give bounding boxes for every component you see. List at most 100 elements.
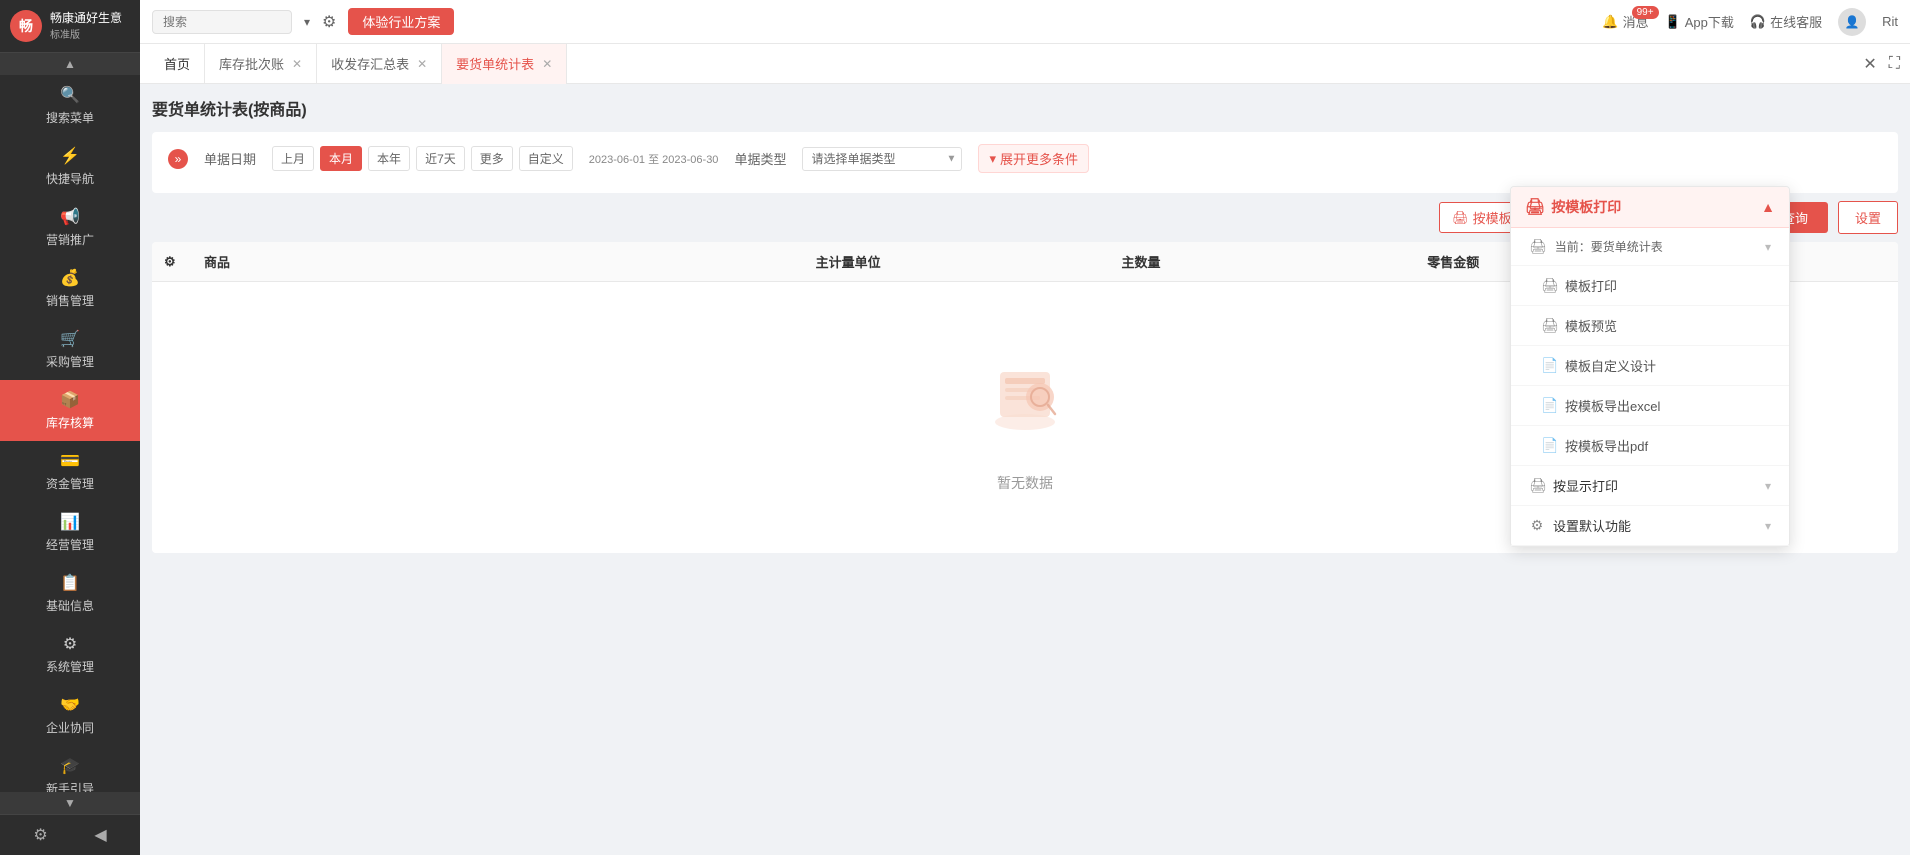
sidebar-item-operations[interactable]: 📊 经营管理 xyxy=(0,502,140,563)
sidebar-item-finance[interactable]: 💳 资金管理 xyxy=(0,441,140,502)
doc-type-select-wrapper: 请选择单据类型 xyxy=(802,147,962,171)
topbar-dropdown-icon[interactable]: ▾ xyxy=(304,15,310,29)
tab-home-label: 首页 xyxy=(164,54,190,73)
window-close-btn[interactable]: ✕ xyxy=(1863,54,1876,74)
expand-more-btn[interactable]: ▾ 展开更多条件 xyxy=(978,144,1089,173)
template-preview-icon: 🖨 xyxy=(1541,317,1557,334)
newbie-icon: 🎓 xyxy=(60,756,80,776)
quicknav-icon: ⚡ xyxy=(60,146,80,166)
tab-order-stats[interactable]: 要货单统计表 ✕ xyxy=(442,44,567,84)
dropdown-item-export-excel[interactable]: 📄 按模板导出excel xyxy=(1511,386,1789,426)
tab-bar: 首页 库存批次账 ✕ 收发存汇总表 ✕ 要货单统计表 ✕ ✕ ⛶ xyxy=(140,44,1910,84)
sidebar-item-label: 资金管理 xyxy=(46,475,94,492)
avatar[interactable]: 👤 xyxy=(1838,8,1866,36)
topbar-gear-icon[interactable]: ⚙ xyxy=(322,12,336,32)
sidebar-scroll-down[interactable]: ▼ xyxy=(0,792,140,814)
dropdown-current-item[interactable]: 🖨 当前：要货单统计表 ▾ xyxy=(1511,228,1789,266)
content-area: 要货单统计表(按商品) » 单据日期 上月 本月 本年 近7天 更多 自定义 2… xyxy=(140,84,1910,855)
sidebar-item-marketing[interactable]: 📢 营销推广 xyxy=(0,197,140,258)
search-icon: 🔍 xyxy=(60,85,80,105)
date-btn-this-year[interactable]: 本年 xyxy=(368,146,410,171)
bottom-settings-icon[interactable]: ⚙ xyxy=(33,825,47,845)
finance-icon: 💳 xyxy=(60,451,80,471)
sidebar-item-label: 经营管理 xyxy=(46,536,94,553)
top-bar: ▾ ⚙ 体验行业方案 🔔 消息 99+ 📱 App下载 🎧 在线客服 👤 Rit xyxy=(140,0,1910,44)
notice-badge: 99+ xyxy=(1632,6,1659,19)
sidebar-item-enterprise[interactable]: 🤝 企业协同 xyxy=(0,685,140,746)
print-icon: 🖨 xyxy=(1452,210,1469,226)
dropdown-item-template-custom[interactable]: 📄 模板自定义设计 xyxy=(1511,346,1789,386)
sidebar-item-label: 基础信息 xyxy=(46,597,94,614)
tab-close-inventory-batch[interactable]: ✕ xyxy=(292,57,302,71)
date-btn-this-month[interactable]: 本月 xyxy=(320,146,362,171)
tab-close-order-stats[interactable]: ✕ xyxy=(542,57,552,71)
inventory-icon: 📦 xyxy=(60,390,80,410)
current-left: 🖨 当前：要货单统计表 xyxy=(1529,238,1663,255)
sidebar-item-basic[interactable]: 📋 基础信息 xyxy=(0,563,140,624)
notice-button[interactable]: 🔔 消息 99+ xyxy=(1602,12,1648,31)
export-excel-icon: 📄 xyxy=(1541,397,1557,414)
dropdown-collapse-btn[interactable]: ▲ xyxy=(1761,199,1775,215)
doc-type-select[interactable]: 请选择单据类型 xyxy=(802,147,962,171)
tab-close-receipt-summary[interactable]: ✕ xyxy=(417,57,427,71)
sidebar-logo: 畅 畅康通好生意 标准版 xyxy=(0,0,140,53)
bell-icon: 🔔 xyxy=(1602,14,1618,30)
main-area: ▾ ⚙ 体验行业方案 🔔 消息 99+ 📱 App下载 🎧 在线客服 👤 Rit… xyxy=(140,0,1910,855)
date-btn-7days[interactable]: 近7天 xyxy=(416,146,465,171)
filter-toggle-btn[interactable]: » xyxy=(168,149,188,169)
sidebar-item-inventory[interactable]: 📦 库存核算 xyxy=(0,380,140,441)
th-unit: 主计量单位 xyxy=(816,252,1122,271)
sidebar-item-quicknav[interactable]: ⚡ 快捷导航 xyxy=(0,136,140,197)
enterprise-icon: 🤝 xyxy=(60,695,80,715)
sidebar-item-label: 营销推广 xyxy=(46,231,94,248)
bottom-collapse-icon[interactable]: ◀ xyxy=(94,825,106,845)
sales-icon: 💰 xyxy=(60,268,80,288)
template-custom-icon: 📄 xyxy=(1541,357,1557,374)
sidebar-item-label: 销售管理 xyxy=(46,292,94,309)
phone-icon: 📱 xyxy=(1665,14,1681,30)
th-product: 商品 xyxy=(204,252,816,271)
sidebar-item-label: 新手引导 xyxy=(46,780,94,792)
marketing-icon: 📢 xyxy=(60,207,80,227)
sidebar-item-system[interactable]: ⚙ 系统管理 xyxy=(0,624,140,685)
tab-receipt-summary[interactable]: 收发存汇总表 ✕ xyxy=(317,44,442,84)
sidebar-item-sales[interactable]: 💰 销售管理 xyxy=(0,258,140,319)
tab-inventory-batch-label: 库存批次账 xyxy=(219,54,284,73)
username-label: Rit xyxy=(1882,14,1898,29)
dropdown-item-export-pdf[interactable]: 📄 按模板导出pdf xyxy=(1511,426,1789,466)
date-range-group: 上月 本月 本年 近7天 更多 自定义 xyxy=(272,146,573,171)
online-service-button[interactable]: 🎧 在线客服 xyxy=(1750,12,1822,31)
topbar-right: 🔔 消息 99+ 📱 App下载 🎧 在线客服 👤 Rit xyxy=(1602,8,1898,36)
headset-icon: 🎧 xyxy=(1750,14,1766,30)
date-btn-last-month[interactable]: 上月 xyxy=(272,146,314,171)
dropdown-item-template-preview[interactable]: 🖨 模板预览 xyxy=(1511,306,1789,346)
date-btn-custom[interactable]: 自定义 xyxy=(519,146,573,171)
purchase-icon: 🛒 xyxy=(60,329,80,349)
page-title: 要货单统计表(按商品) xyxy=(152,96,1898,120)
sidebar-scroll-up[interactable]: ▲ xyxy=(0,53,140,75)
app-download-button[interactable]: 📱 App下载 xyxy=(1665,12,1734,31)
trial-button[interactable]: 体验行业方案 xyxy=(348,8,454,35)
sidebar-item-label: 企业协同 xyxy=(46,719,94,736)
window-controls: ✕ ⛶ xyxy=(1863,54,1900,74)
system-icon: ⚙ xyxy=(63,634,77,654)
basic-icon: 📋 xyxy=(60,573,80,593)
dropdown-title: 🖨 按模板打印 xyxy=(1525,197,1621,217)
tab-home[interactable]: 首页 xyxy=(150,44,205,84)
search-input[interactable] xyxy=(152,10,292,34)
th-quantity: 主数量 xyxy=(1121,252,1427,271)
th-settings[interactable]: ⚙ xyxy=(164,254,204,270)
dropdown-item-display-print[interactable]: 🖨 按显示打印 ▾ xyxy=(1511,466,1789,506)
tab-inventory-batch[interactable]: 库存批次账 ✕ xyxy=(205,44,317,84)
expand-icon: ▾ xyxy=(989,151,996,167)
date-btn-more[interactable]: 更多 xyxy=(471,146,513,171)
settings-button[interactable]: 设置 xyxy=(1838,201,1898,234)
dropdown-item-template-print[interactable]: 🖨 模板打印 xyxy=(1511,266,1789,306)
sidebar-item-purchase[interactable]: 🛒 采购管理 xyxy=(0,319,140,380)
window-maximize-btn[interactable]: ⛶ xyxy=(1889,55,1900,73)
tab-receipt-summary-label: 收发存汇总表 xyxy=(331,54,409,73)
display-print-arrow: ▾ xyxy=(1765,479,1771,493)
sidebar-item-search[interactable]: 🔍 搜索菜单 xyxy=(0,75,140,136)
dropdown-item-set-default[interactable]: ⚙ 设置默认功能 ▾ xyxy=(1511,506,1789,546)
sidebar-item-newbie[interactable]: 🎓 新手引导 xyxy=(0,746,140,792)
